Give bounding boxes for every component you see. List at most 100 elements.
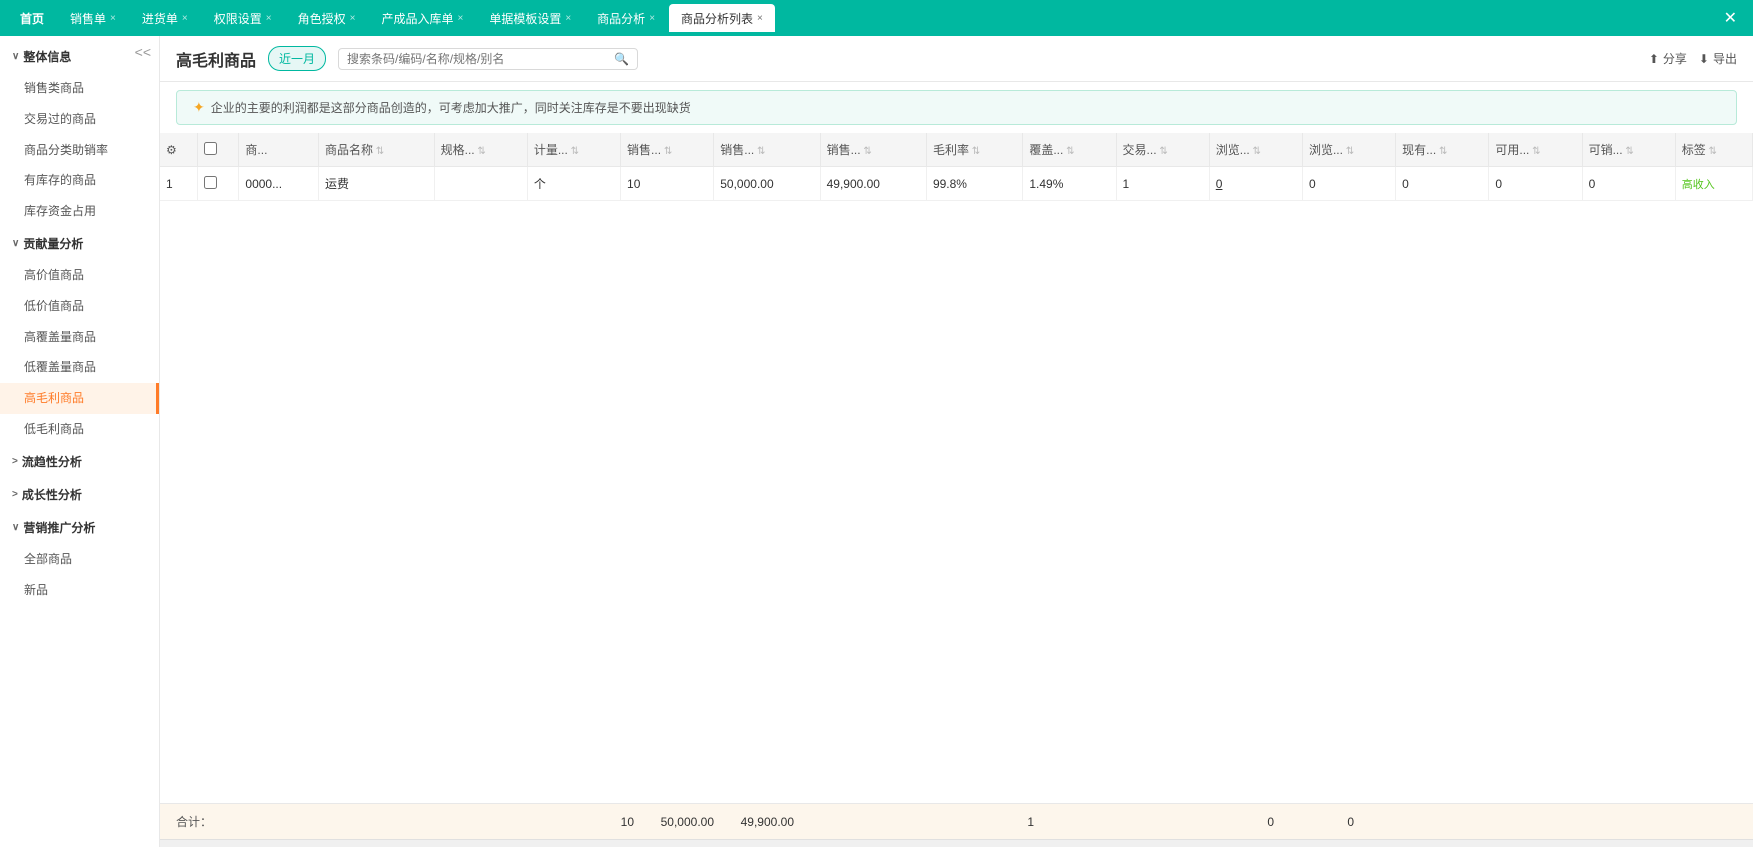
col-label: 计量... bbox=[534, 143, 568, 157]
cell-available: 0 bbox=[1489, 167, 1582, 201]
sidebar-item-商品分类助销率[interactable]: 商品分类助销率 bbox=[0, 135, 159, 166]
sidebar-group-2[interactable]: >流趋性分析 bbox=[0, 445, 159, 478]
nav-tab-销售单[interactable]: 销售单 × bbox=[58, 4, 128, 32]
select-all-checkbox[interactable] bbox=[204, 142, 217, 155]
sort-icon[interactable]: ⇅ bbox=[1529, 146, 1540, 157]
col-header-browse1[interactable]: 浏览... ⇅ bbox=[1209, 133, 1302, 167]
sidebar-group-4[interactable]: ∨营销推广分析 bbox=[0, 511, 159, 544]
cell-sale_profit: 49,900.00 bbox=[820, 167, 926, 201]
col-header-code[interactable]: 商... bbox=[239, 133, 319, 167]
sidebar-item-交易过的商品[interactable]: 交易过的商品 bbox=[0, 104, 159, 135]
sort-icon[interactable]: ⇅ bbox=[1343, 146, 1354, 157]
filter-button[interactable]: 近一月 bbox=[268, 46, 326, 71]
footer-transaction: 1 bbox=[960, 815, 1040, 829]
window-close-button[interactable]: ✕ bbox=[1716, 8, 1745, 28]
sort-icon[interactable]: ⇅ bbox=[1706, 146, 1717, 157]
tab-close-icon[interactable]: × bbox=[649, 13, 655, 24]
nav-tab-角色授权[interactable]: 角色授权 × bbox=[286, 4, 368, 32]
sidebar-item-低覆盖量商品[interactable]: 低覆盖量商品 bbox=[0, 352, 159, 383]
col-label: 交易... bbox=[1123, 143, 1157, 157]
search-input[interactable] bbox=[347, 52, 608, 66]
page-title: 高毛利商品 bbox=[176, 47, 256, 71]
col-header-sale_profit[interactable]: 销售... ⇅ bbox=[820, 133, 926, 167]
sidebar-item-全部商品[interactable]: 全部商品 bbox=[0, 544, 159, 575]
browse-link[interactable]: 0 bbox=[1216, 177, 1223, 191]
tab-close-icon[interactable]: × bbox=[266, 13, 272, 24]
tab-close-icon[interactable]: × bbox=[757, 13, 763, 24]
col-header-settings[interactable]: ⚙ bbox=[160, 133, 197, 167]
sidebar-item-高价值商品[interactable]: 高价值商品 bbox=[0, 260, 159, 291]
search-icon[interactable]: 🔍 bbox=[614, 52, 629, 66]
search-box[interactable]: 🔍 bbox=[338, 48, 638, 70]
sidebar-item-库存资金占用[interactable]: 库存资金占用 bbox=[0, 196, 159, 227]
sort-icon[interactable]: ⇅ bbox=[754, 146, 765, 157]
col-label: 可用... bbox=[1495, 143, 1529, 157]
sort-icon[interactable]: ⇅ bbox=[373, 146, 384, 157]
col-label: 覆盖... bbox=[1029, 143, 1063, 157]
nav-tab-产成品入库单[interactable]: 产成品入库单 × bbox=[369, 4, 475, 32]
footer-sale-profit: 49,900.00 bbox=[720, 815, 800, 829]
sort-icon[interactable]: ⇅ bbox=[1623, 146, 1634, 157]
col-header-sellable[interactable]: 可销... ⇅ bbox=[1582, 133, 1675, 167]
sidebar-item-高覆盖量商品[interactable]: 高覆盖量商品 bbox=[0, 322, 159, 353]
tab-close-icon[interactable]: × bbox=[110, 13, 116, 24]
sort-icon[interactable]: ⇅ bbox=[1157, 146, 1168, 157]
footer-label: 合计： bbox=[176, 813, 212, 830]
sidebar-item-低毛利商品[interactable]: 低毛利商品 bbox=[0, 414, 159, 445]
sidebar-collapse-button[interactable]: << bbox=[135, 44, 151, 60]
sidebar-item-低价值商品[interactable]: 低价值商品 bbox=[0, 291, 159, 322]
sort-icon[interactable]: ⇅ bbox=[568, 146, 579, 157]
sort-icon[interactable]: ⇅ bbox=[475, 146, 486, 157]
sidebar-item-销售类商品[interactable]: 销售类商品 bbox=[0, 73, 159, 104]
sidebar-group-1[interactable]: ∨贡献量分析 bbox=[0, 227, 159, 260]
nav-tab-进货单[interactable]: 进货单 × bbox=[130, 4, 200, 32]
sidebar-item-新品[interactable]: 新品 bbox=[0, 575, 159, 606]
horizontal-scrollbar[interactable] bbox=[160, 839, 1753, 847]
tab-close-icon[interactable]: × bbox=[182, 13, 188, 24]
sidebar-group-3[interactable]: >成长性分析 bbox=[0, 478, 159, 511]
col-header-coverage[interactable]: 覆盖... ⇅ bbox=[1023, 133, 1116, 167]
top-nav: 首页销售单 ×进货单 ×权限设置 ×角色授权 ×产成品入库单 ×单据模板设置 ×… bbox=[0, 0, 1753, 36]
col-header-unit[interactable]: 计量... ⇅ bbox=[527, 133, 620, 167]
col-header-sale_count[interactable]: 销售... ⇅ bbox=[621, 133, 714, 167]
col-header-tag[interactable]: 标签 ⇅ bbox=[1675, 133, 1752, 167]
share-button[interactable]: ⬆ 分享 bbox=[1649, 50, 1687, 67]
tab-close-icon[interactable]: × bbox=[565, 13, 571, 24]
cell-index: 1 bbox=[160, 167, 197, 201]
sort-icon[interactable]: ⇅ bbox=[861, 146, 872, 157]
col-header-spec[interactable]: 规格... ⇅ bbox=[434, 133, 527, 167]
col-header-transaction[interactable]: 交易... ⇅ bbox=[1116, 133, 1209, 167]
row-checkbox[interactable] bbox=[204, 176, 217, 189]
col-header-name[interactable]: 商品名称 ⇅ bbox=[319, 133, 435, 167]
cell-margin_rate: 99.8% bbox=[926, 167, 1022, 201]
col-header-available[interactable]: 可用... ⇅ bbox=[1489, 133, 1582, 167]
col-header-browse2[interactable]: 浏览... ⇅ bbox=[1302, 133, 1395, 167]
nav-tab-商品分析列表[interactable]: 商品分析列表 × bbox=[669, 4, 775, 32]
content-header: 高毛利商品 近一月 🔍 ⬆ 分享 ⬇ 导出 bbox=[160, 36, 1753, 82]
sidebar-group-arrow: > bbox=[12, 489, 18, 500]
sort-icon[interactable]: ⇅ bbox=[1436, 146, 1447, 157]
settings-icon[interactable]: ⚙ bbox=[166, 143, 177, 157]
sidebar-item-有库存的商品[interactable]: 有库存的商品 bbox=[0, 165, 159, 196]
tab-close-icon[interactable]: × bbox=[350, 13, 356, 24]
nav-tab-权限设置[interactable]: 权限设置 × bbox=[202, 4, 284, 32]
sidebar-group-arrow: ∨ bbox=[12, 522, 19, 533]
nav-tab-单据模板设置[interactable]: 单据模板设置 × bbox=[477, 4, 583, 32]
sort-icon[interactable]: ⇅ bbox=[1250, 146, 1261, 157]
data-table: ⚙商...商品名称 ⇅规格... ⇅计量... ⇅销售... ⇅销售... ⇅销… bbox=[160, 133, 1753, 201]
cell-browse1[interactable]: 0 bbox=[1209, 167, 1302, 201]
tab-close-icon[interactable]: × bbox=[457, 13, 463, 24]
col-header-sale_amount[interactable]: 销售... ⇅ bbox=[714, 133, 820, 167]
nav-tab-商品分析[interactable]: 商品分析 × bbox=[585, 4, 667, 32]
nav-tab-首页[interactable]: 首页 bbox=[8, 4, 56, 32]
export-button[interactable]: ⬇ 导出 bbox=[1699, 50, 1737, 67]
sort-icon[interactable]: ⇅ bbox=[969, 146, 980, 157]
sidebar: << ∨整体信息销售类商品交易过的商品商品分类助销率有库存的商品库存资金占用∨贡… bbox=[0, 36, 160, 847]
cell-checkbox[interactable] bbox=[197, 167, 239, 201]
col-header-current_stock[interactable]: 现有... ⇅ bbox=[1396, 133, 1489, 167]
sort-icon[interactable]: ⇅ bbox=[1063, 146, 1074, 157]
col-header-checkbox[interactable] bbox=[197, 133, 239, 167]
sidebar-item-高毛利商品[interactable]: 高毛利商品 bbox=[0, 383, 159, 414]
sort-icon[interactable]: ⇅ bbox=[661, 146, 672, 157]
col-header-margin_rate[interactable]: 毛利率 ⇅ bbox=[926, 133, 1022, 167]
